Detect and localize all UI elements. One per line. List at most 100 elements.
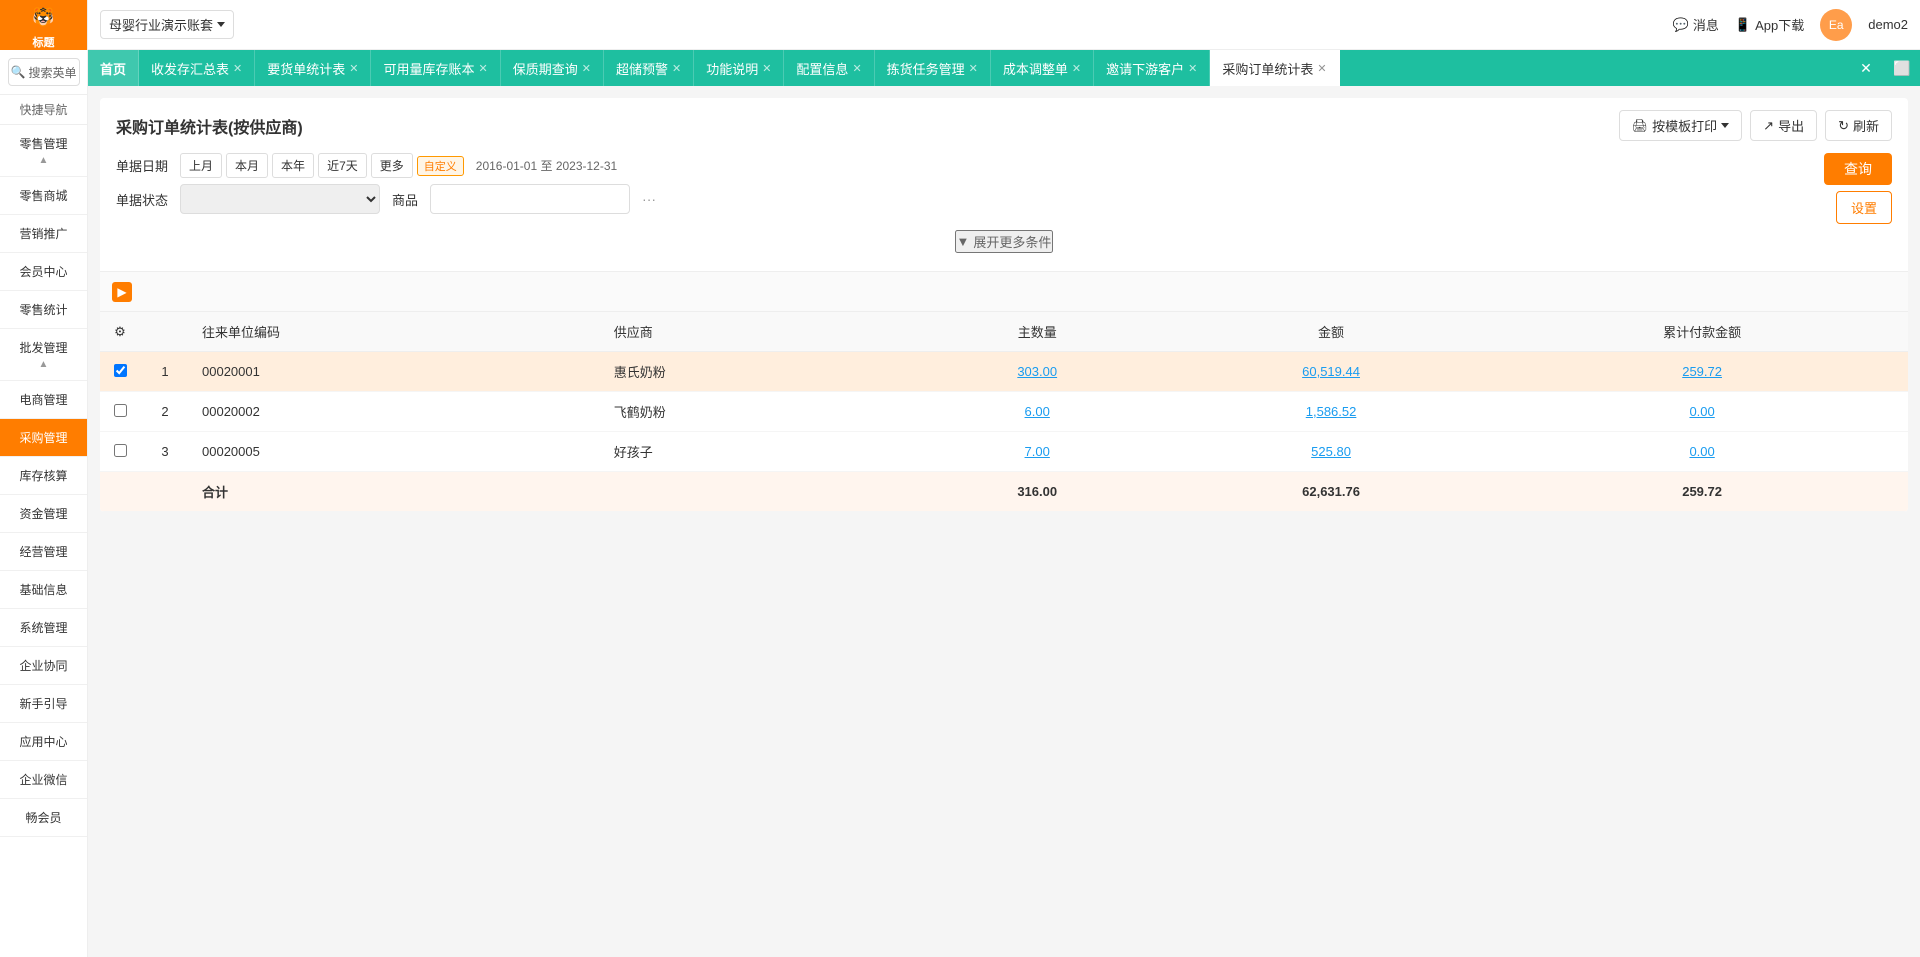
close-icon[interactable]: ✕ <box>233 62 242 75</box>
sidebar-item-ecommerce[interactable]: 电商管理 <box>0 381 87 419</box>
tab-collection[interactable]: 收发存汇总表 ✕ <box>139 50 255 86</box>
tab-purchase-stats[interactable]: 采购订单统计表 ✕ <box>1210 50 1339 86</box>
th-supplier: 供应商 <box>602 312 909 352</box>
th-num <box>140 312 190 352</box>
more-date-button[interactable]: 更多 <box>371 153 413 178</box>
sidebar-item-finance[interactable]: 资金管理 <box>0 495 87 533</box>
th-amount: 金额 <box>1166 312 1496 352</box>
main-area: 母婴行业演示账套 💬 消息 📱 App下载 Ea demo2 首页 收发存汇总表… <box>88 0 1920 957</box>
maximize-button[interactable]: ⬜ <box>1884 50 1920 86</box>
row-qty: 303.00 <box>909 352 1166 392</box>
close-icon[interactable]: ✕ <box>1188 62 1197 75</box>
expand-row-button[interactable]: ▶ <box>112 282 132 302</box>
sidebar-item-apps[interactable]: 应用中心 <box>0 723 87 761</box>
this-year-button[interactable]: 本年 <box>272 153 314 178</box>
sidebar-item-guide[interactable]: 新手引导 <box>0 685 87 723</box>
row-check[interactable] <box>100 432 140 472</box>
message-icon: 💬 <box>1673 17 1689 33</box>
expand-filter-button[interactable]: ▼ 展开更多条件 <box>955 230 1054 253</box>
sidebar-item-marketing[interactable]: 营销推广 <box>0 215 87 253</box>
close-icon[interactable]: ✕ <box>1072 62 1081 75</box>
th-settings[interactable]: ⚙ <box>100 312 140 352</box>
7days-button[interactable]: 近7天 <box>318 153 367 178</box>
tab-requisition[interactable]: 要货单统计表 ✕ <box>255 50 371 86</box>
logo-icon: 🐯 <box>24 0 64 34</box>
close-icon[interactable]: ✕ <box>969 62 978 75</box>
print-button[interactable]: 🖨 按模板打印 <box>1619 110 1743 141</box>
tab-warranty[interactable]: 保质期查询 ✕ <box>501 50 604 86</box>
row-amount: 525.80 <box>1166 432 1496 472</box>
tab-task[interactable]: 拣货任务管理 ✕ <box>875 50 991 86</box>
goods-input[interactable] <box>430 184 630 214</box>
sidebar-item-operations[interactable]: 经营管理 <box>0 533 87 571</box>
th-qty: 主数量 <box>909 312 1166 352</box>
date-range-display: 2016-01-01 至 2023-12-31 <box>476 157 617 174</box>
sidebar-item-member2[interactable]: 畅会员 <box>0 799 87 837</box>
close-icon[interactable]: ✕ <box>1317 62 1326 75</box>
close-icon[interactable]: ✕ <box>852 62 861 75</box>
table-container: ▶ ⚙ 往来单位编码 供应商 主数量 金额 累计付款金 <box>100 272 1908 512</box>
row-paid: 0.00 <box>1496 392 1908 432</box>
row-check[interactable] <box>100 392 140 432</box>
sidebar-item-enterprise[interactable]: 企业协同 <box>0 647 87 685</box>
data-table: ⚙ 往来单位编码 供应商 主数量 金额 累计付款金额 1 000200 <box>100 312 1908 512</box>
sidebar-item-system[interactable]: 系统管理 <box>0 609 87 647</box>
this-month-button[interactable]: 本月 <box>226 153 268 178</box>
filter-area: 单据日期 上月 本月 本年 近7天 更多 自定义 2016-01-01 至 20… <box>100 141 1908 272</box>
topbar: 母婴行业演示账套 💬 消息 📱 App下载 Ea demo2 <box>88 0 1920 50</box>
tab-inventory[interactable]: 可用量库存账本 ✕ <box>371 50 500 86</box>
tab-help[interactable]: 功能说明 ✕ <box>694 50 784 86</box>
prev-month-button[interactable]: 上月 <box>180 153 222 178</box>
tab-bar: 首页 收发存汇总表 ✕ 要货单统计表 ✕ 可用量库存账本 ✕ 保质期查询 ✕ 超… <box>88 50 1920 86</box>
row-amount: 60,519.44 <box>1166 352 1496 392</box>
close-icon[interactable]: ✕ <box>582 62 591 75</box>
row-num: 2 <box>140 392 190 432</box>
row-check[interactable] <box>100 352 140 392</box>
refresh-button[interactable]: ↻ 刷新 <box>1825 110 1892 141</box>
sidebar-item-purchase[interactable]: 采购管理 <box>0 419 87 457</box>
export-button[interactable]: ↗ 导出 <box>1750 110 1817 141</box>
tab-config[interactable]: 配置信息 ✕ <box>784 50 874 86</box>
setting-button[interactable]: 设置 <box>1836 191 1892 224</box>
sidebar-item-member[interactable]: 会员中心 <box>0 253 87 291</box>
table-row[interactable]: 3 00020005 好孩子 7.00 525.80 0.00 <box>100 432 1908 472</box>
close-icon[interactable]: ✕ <box>349 62 358 75</box>
row-num: 1 <box>140 352 190 392</box>
sidebar-item-wechat[interactable]: 企业微信 <box>0 761 87 799</box>
workspace-selector[interactable]: 母婴行业演示账套 <box>100 10 234 39</box>
row-paid: 259.72 <box>1496 352 1908 392</box>
close-icon[interactable]: ✕ <box>762 62 771 75</box>
status-select[interactable] <box>180 184 380 214</box>
message-button[interactable]: 💬 消息 <box>1673 15 1719 34</box>
sidebar-item-retail[interactable]: 零售管理 ▲ <box>0 125 87 177</box>
close-all-tabs-button[interactable]: ✕ <box>1848 50 1884 86</box>
tab-invite[interactable]: 邀请下游客户 ✕ <box>1094 50 1210 86</box>
avatar[interactable]: Ea <box>1820 9 1852 41</box>
table-row[interactable]: 1 00020001 惠氏奶粉 303.00 60,519.44 259.72 <box>100 352 1908 392</box>
sidebar-item-inventory[interactable]: 库存核算 <box>0 457 87 495</box>
close-icon[interactable]: ✕ <box>479 62 488 75</box>
search-icon: 🔍 <box>11 65 26 79</box>
filter-dates: 上月 本月 本年 近7天 更多 自定义 <box>180 153 464 178</box>
username-label[interactable]: demo2 <box>1868 17 1908 32</box>
sidebar-item-basic[interactable]: 基础信息 <box>0 571 87 609</box>
quick-nav[interactable]: 快捷导航 <box>0 95 87 125</box>
search-button[interactable]: 🔍 搜索英单 <box>8 58 80 86</box>
tab-cost[interactable]: 成本调整单 ✕ <box>991 50 1094 86</box>
tab-home[interactable]: 首页 <box>88 50 139 86</box>
sidebar-item-retail-shop[interactable]: 零售商城 <box>0 177 87 215</box>
sidebar-item-wholesale[interactable]: 批发管理 ▲ <box>0 329 87 381</box>
tab-overstock[interactable]: 超储预警 ✕ <box>604 50 694 86</box>
table-row[interactable]: 2 00020002 飞鹤奶粉 6.00 1,586.52 0.00 <box>100 392 1908 432</box>
footer-label: 合计 <box>190 472 909 512</box>
logo-text: 标题 <box>33 34 55 50</box>
export-icon: ↗ <box>1763 118 1774 134</box>
footer-paid: 259.72 <box>1496 472 1908 512</box>
sidebar-item-retail-stats[interactable]: 零售统计 <box>0 291 87 329</box>
search-button[interactable]: 查询 <box>1824 153 1892 185</box>
filter-row-2: 单据状态 商品 ··· <box>116 184 1812 214</box>
filter-top: 单据日期 上月 本月 本年 近7天 更多 自定义 2016-01-01 至 20… <box>116 153 1892 224</box>
row-supplier: 飞鹤奶粉 <box>602 392 909 432</box>
app-download-button[interactable]: 📱 App下载 <box>1735 15 1804 34</box>
close-icon[interactable]: ✕ <box>672 62 681 75</box>
